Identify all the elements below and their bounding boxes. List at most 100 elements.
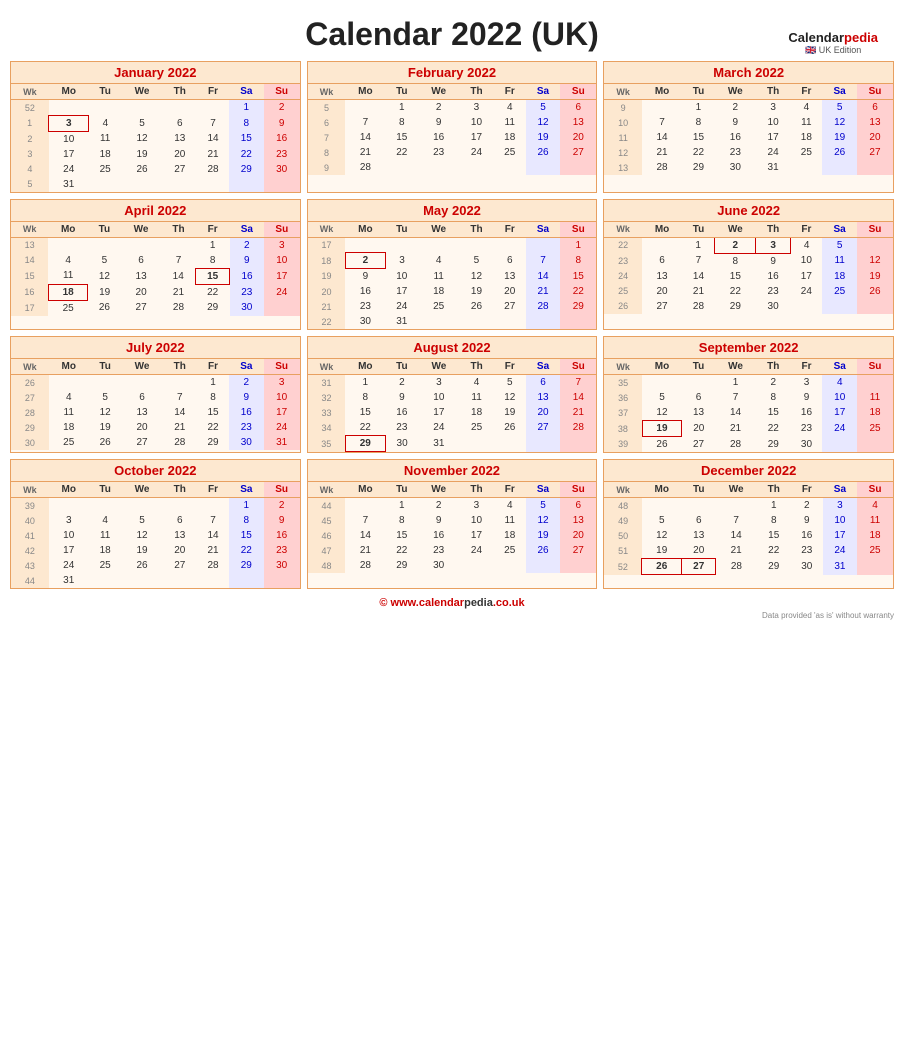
cal-day: 13 — [162, 528, 197, 543]
cal-table: WkMoTuWeThFrSaSu351234365678910113712131… — [604, 359, 893, 452]
cal-day: 3 — [264, 375, 300, 391]
cal-day: 7 — [560, 375, 596, 391]
cal-day: 13 — [682, 528, 716, 543]
cal-day: 1 — [682, 237, 715, 253]
cal-day — [790, 160, 822, 175]
cal-day — [642, 100, 682, 116]
cal-day: 7 — [345, 115, 385, 130]
cal-day — [526, 160, 561, 175]
cal-day: 16 — [264, 528, 300, 543]
cal-day: 26 — [642, 437, 682, 453]
cal-day: 3 — [791, 375, 823, 391]
cal-day: 18 — [494, 528, 526, 543]
cal-day: 6 — [121, 253, 162, 269]
cal-day: 28 — [642, 160, 682, 175]
cal-day: 28 — [345, 558, 385, 573]
cal-day: 28 — [716, 559, 757, 575]
cal-day: 2 — [230, 237, 264, 253]
cal-day — [122, 498, 163, 514]
cal-day: 8 — [757, 513, 791, 528]
cal-day: 3 — [264, 237, 300, 253]
cal-day — [385, 160, 418, 175]
cal-day: 15 — [197, 405, 229, 420]
cal-day: 6 — [642, 253, 682, 269]
cal-day: 11 — [48, 268, 88, 284]
cal-day: 14 — [197, 528, 229, 543]
cal-day: 7 — [197, 513, 229, 528]
cal-day: 2 — [715, 237, 756, 253]
cal-day: 21 — [642, 145, 682, 160]
cal-day: 2 — [229, 375, 264, 391]
month-block: October 2022WkMoTuWeThFrSaSu391240345678… — [10, 459, 301, 589]
cal-day — [459, 436, 494, 452]
cal-day — [560, 160, 596, 175]
cal-day: 16 — [385, 405, 418, 420]
cal-day: 15 — [757, 528, 791, 543]
cal-day: 18 — [822, 269, 857, 284]
cal-day — [197, 100, 229, 116]
cal-day — [49, 375, 89, 391]
cal-day: 14 — [642, 130, 682, 145]
cal-day: 1 — [560, 237, 596, 253]
cal-day: 21 — [197, 543, 229, 558]
cal-day: 25 — [89, 558, 122, 573]
cal-day: 8 — [229, 115, 264, 131]
cal-day — [857, 237, 893, 253]
cal-day: 15 — [345, 405, 385, 420]
cal-day: 24 — [49, 162, 89, 177]
cal-day: 19 — [88, 284, 121, 300]
cal-table: WkMoTuWeThFrSaSu912345610789101112131114… — [604, 84, 893, 175]
cal-day — [857, 437, 893, 453]
cal-day: 14 — [715, 405, 756, 421]
cal-day: 29 — [229, 558, 264, 573]
cal-day: 11 — [494, 513, 526, 528]
cal-day — [682, 498, 716, 514]
cal-day: 20 — [121, 284, 162, 300]
cal-day: 7 — [642, 115, 682, 130]
cal-day: 7 — [716, 513, 757, 528]
cal-day: 2 — [418, 498, 459, 514]
cal-day: 31 — [49, 177, 89, 192]
month-block: December 2022WkMoTuWeThFrSaSu48123449567… — [603, 459, 894, 589]
cal-day: 14 — [345, 130, 385, 145]
month-block: May 2022WkMoTuWeThFrSaSu1711823456781991… — [307, 199, 598, 331]
cal-table: WkMoTuWeThFrSaSu521213456789210111213141… — [11, 84, 300, 192]
cal-day: 19 — [857, 269, 893, 284]
footer: © www.calendarpedia.co.uk — [10, 597, 894, 609]
cal-day: 5 — [822, 100, 857, 116]
cal-day: 26 — [822, 145, 857, 160]
cal-table: WkMoTuWeThFrSaSu311234567328910111213143… — [308, 359, 597, 452]
cal-day: 17 — [264, 268, 300, 284]
cal-day: 9 — [230, 253, 264, 269]
cal-day — [790, 299, 822, 314]
cal-day: 31 — [823, 559, 857, 575]
cal-day: 11 — [89, 528, 122, 543]
cal-day: 12 — [642, 405, 682, 421]
cal-day: 7 — [197, 115, 229, 131]
cal-day: 24 — [418, 420, 459, 436]
cal-day: 17 — [459, 130, 494, 145]
cal-day: 10 — [790, 253, 822, 269]
cal-day: 23 — [264, 543, 300, 558]
cal-day — [89, 375, 122, 391]
page-title: Calendar 2022 (UK) — [10, 16, 894, 53]
month-block: January 2022WkMoTuWeThFrSaSu521213456789… — [10, 61, 301, 193]
logo-edition: 🇬🇧 UK Edition — [788, 45, 878, 56]
cal-day: 26 — [526, 145, 561, 160]
month-block: November 2022WkMoTuWeThFrSaSu44123456457… — [307, 459, 598, 589]
cal-day: 12 — [122, 528, 163, 543]
month-block: September 2022WkMoTuWeThFrSaSu3512343656… — [603, 336, 894, 453]
cal-day — [857, 299, 893, 314]
cal-day: 27 — [162, 558, 197, 573]
cal-day: 28 — [560, 420, 596, 436]
month-block: April 2022WkMoTuWeThFrSaSu13123144567891… — [10, 199, 301, 331]
cal-day: 1 — [715, 375, 756, 391]
cal-day: 24 — [459, 543, 494, 558]
month-title: October 2022 — [11, 460, 300, 482]
cal-day: 29 — [385, 558, 418, 573]
cal-day — [560, 314, 596, 329]
cal-day: 27 — [162, 162, 197, 177]
cal-day: 8 — [385, 115, 418, 130]
cal-day: 16 — [264, 131, 300, 147]
cal-day: 13 — [560, 115, 596, 130]
